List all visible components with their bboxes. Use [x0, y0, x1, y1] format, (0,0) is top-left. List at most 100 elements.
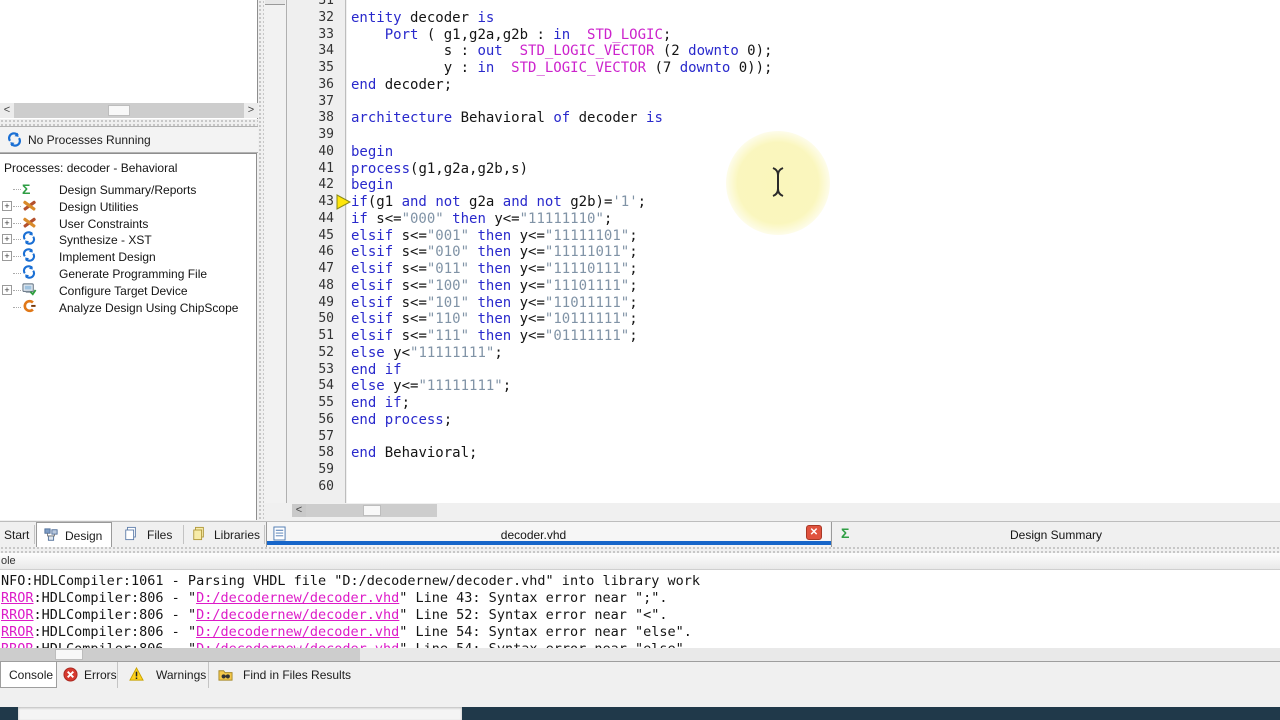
- code-line-36[interactable]: end decoder;: [351, 77, 772, 94]
- code-line-44[interactable]: if s<="000" then y<="11111110";: [351, 211, 772, 228]
- code-editor[interactable]: entity decoder is Port ( g1,g2a,g2b : in…: [347, 0, 1280, 503]
- code-line-55[interactable]: end if;: [351, 395, 772, 412]
- process-item-design-summary-reports[interactable]: Σ Design Summary/Reports: [0, 181, 256, 198]
- line-number: 39: [318, 127, 334, 142]
- code-line-31[interactable]: [351, 0, 772, 10]
- tab-find-in-files-results[interactable]: Find in Files Results: [210, 662, 355, 688]
- view-tabs-bar: Start Design Files Libraries decoder.vhd…: [0, 521, 1280, 547]
- tab-label: Console: [9, 668, 54, 682]
- expand-plus-icon[interactable]: +: [2, 200, 12, 211]
- code-line-38[interactable]: architecture Behavioral of decoder is: [351, 110, 772, 127]
- expand-plus-icon[interactable]: +: [2, 234, 12, 245]
- scroll-right-icon[interactable]: >: [244, 103, 258, 118]
- code-line-35[interactable]: y : in STD_LOGIC_VECTOR (7 downto 0));: [351, 60, 773, 77]
- tab-separator: [34, 525, 35, 544]
- code-line-45[interactable]: elsif s<="001" then y<="11111101";: [351, 228, 772, 245]
- taskbar-segment[interactable]: [18, 707, 462, 720]
- line-number: 42: [318, 177, 334, 193]
- line-number: 45: [318, 227, 334, 243]
- code-line-57[interactable]: [351, 429, 772, 446]
- code-line-46[interactable]: elsif s<="010" then y<="11111011";: [351, 244, 772, 261]
- code-line-51[interactable]: elsif s<="111" then y<="01111111";: [351, 328, 772, 345]
- device-icon: [22, 282, 38, 298]
- scroll-left-icon[interactable]: <: [0, 103, 14, 118]
- files-icon: [124, 526, 138, 544]
- process-item-analyze-design-using-chipscope[interactable]: Analyze Design Using ChipScope: [0, 299, 256, 316]
- code-line-42[interactable]: begin: [351, 177, 772, 194]
- code-line-49[interactable]: elsif s<="101" then y<="11011111";: [351, 295, 772, 312]
- tab-libraries[interactable]: Libraries: [184, 522, 264, 547]
- console-line: RROR:HDLCompiler:806 - "D:/decodernew/de…: [1, 624, 692, 640]
- tab-start[interactable]: Start: [0, 522, 34, 547]
- scrollbar-thumb[interactable]: [265, 0, 285, 5]
- process-item-configure-target-device[interactable]: + Configure Target Device: [0, 282, 256, 299]
- scrollbar-thumb[interactable]: [108, 105, 130, 116]
- design-icon: [44, 528, 58, 545]
- code-line-52[interactable]: else y<"11111111";: [351, 345, 772, 362]
- code-line-41[interactable]: process(g1,g2a,g2b,s): [351, 161, 772, 178]
- code-line-53[interactable]: end if: [351, 362, 772, 379]
- line-number: 52: [318, 344, 334, 360]
- line-number: 37: [318, 93, 334, 109]
- code-line-56[interactable]: end process;: [351, 412, 772, 429]
- code-line-47[interactable]: elsif s<="011" then y<="11110111";: [351, 261, 772, 278]
- tools-icon: [22, 198, 38, 214]
- line-number: 41: [318, 160, 334, 176]
- code-line-50[interactable]: elsif s<="110" then y<="10111111";: [351, 311, 772, 328]
- console-line: RROR:HDLCompiler:806 - "D:/decodernew/de…: [1, 607, 668, 623]
- code-line-43[interactable]: if(g1 and not g2a and not g2b)='1';: [351, 194, 772, 211]
- console-output[interactable]: NFO:HDLCompiler:1061 - Parsing VHDL file…: [0, 570, 1280, 648]
- tab-files[interactable]: Files: [114, 522, 182, 547]
- code-line-40[interactable]: begin: [351, 144, 772, 161]
- editor-line-number-gutter: 31 32 33 34 35 36 37 38 39 40 41 42 43 44 45 46 47 48 49 50…: [288, 0, 346, 503]
- tab-console[interactable]: Console: [0, 662, 57, 688]
- panel-splitter[interactable]: [0, 546, 1280, 553]
- process-item-design-utilities[interactable]: + Design Utilities: [0, 198, 256, 215]
- scrollbar-thumb[interactable]: [55, 649, 83, 660]
- process-item-label: User Constraints: [59, 216, 149, 231]
- tree-connector: [13, 222, 21, 224]
- process-item-generate-programming-file[interactable]: Generate Programming File: [0, 265, 256, 282]
- editor-hscrollbar[interactable]: <: [290, 503, 1280, 518]
- process-item-implement-design[interactable]: + Implement Design: [0, 248, 256, 265]
- active-tab-underline: [267, 541, 831, 545]
- scrollbar-thumb[interactable]: [363, 505, 381, 516]
- expand-plus-icon[interactable]: +: [2, 217, 12, 228]
- expand-plus-icon[interactable]: +: [2, 284, 12, 295]
- close-icon[interactable]: ✕: [806, 525, 822, 540]
- line-number: 36: [318, 76, 334, 92]
- code-line-32[interactable]: entity decoder is: [351, 10, 772, 27]
- libraries-icon: [192, 526, 206, 544]
- code-line-37[interactable]: [351, 94, 772, 111]
- tab-separator: [264, 525, 265, 544]
- process-item-synthesize-xst[interactable]: + Synthesize - XST: [0, 231, 256, 248]
- code-line-59[interactable]: [351, 462, 772, 479]
- code-line-39[interactable]: [351, 127, 772, 144]
- code-line-33[interactable]: Port ( g1,g2a,g2b : in STD_LOGIC;: [351, 27, 772, 44]
- code-line-60[interactable]: [351, 479, 772, 496]
- console-hscrollbar[interactable]: [0, 648, 1280, 661]
- tab-errors[interactable]: Errors: [58, 662, 118, 688]
- tab-design-summary[interactable]: Σ Design Summary: [831, 522, 1280, 547]
- line-number: 54: [318, 378, 334, 394]
- tab-warnings[interactable]: Warnings: [119, 662, 209, 688]
- line-number: 51: [318, 328, 334, 343]
- process-status-bar: No Processes Running: [0, 126, 258, 153]
- code-line-48[interactable]: elsif s<="100" then y<="11101111";: [351, 278, 772, 295]
- console-tabs-bar: Console Errors Warnings Find in Files Re…: [0, 661, 1280, 688]
- tab-label: Warnings: [156, 668, 207, 682]
- tab-design[interactable]: Design: [36, 522, 112, 547]
- tab-decoder-vhd[interactable]: decoder.vhd ✕: [266, 522, 831, 547]
- editor-left-scrollbar[interactable]: [264, 0, 287, 503]
- scrollbar-track[interactable]: [0, 648, 360, 661]
- panel-splitter[interactable]: [0, 119, 258, 126]
- process-tree: Σ Design Summary/Reports + Design Utilities…: [0, 181, 256, 315]
- console-line: NFO:HDLCompiler:1061 - Parsing VHDL file…: [1, 573, 700, 589]
- code-line-58[interactable]: end Behavioral;: [351, 445, 772, 462]
- process-item-user-constraints[interactable]: + User Constraints: [0, 215, 256, 232]
- expand-plus-icon[interactable]: +: [2, 251, 12, 262]
- code-line-54[interactable]: else y<="11111111";: [351, 378, 772, 395]
- hierarchy-hscrollbar[interactable]: < >: [0, 103, 258, 118]
- code-line-34[interactable]: s : out STD_LOGIC_VECTOR (2 downto 0);: [351, 43, 773, 60]
- scroll-left-icon[interactable]: <: [292, 504, 306, 517]
